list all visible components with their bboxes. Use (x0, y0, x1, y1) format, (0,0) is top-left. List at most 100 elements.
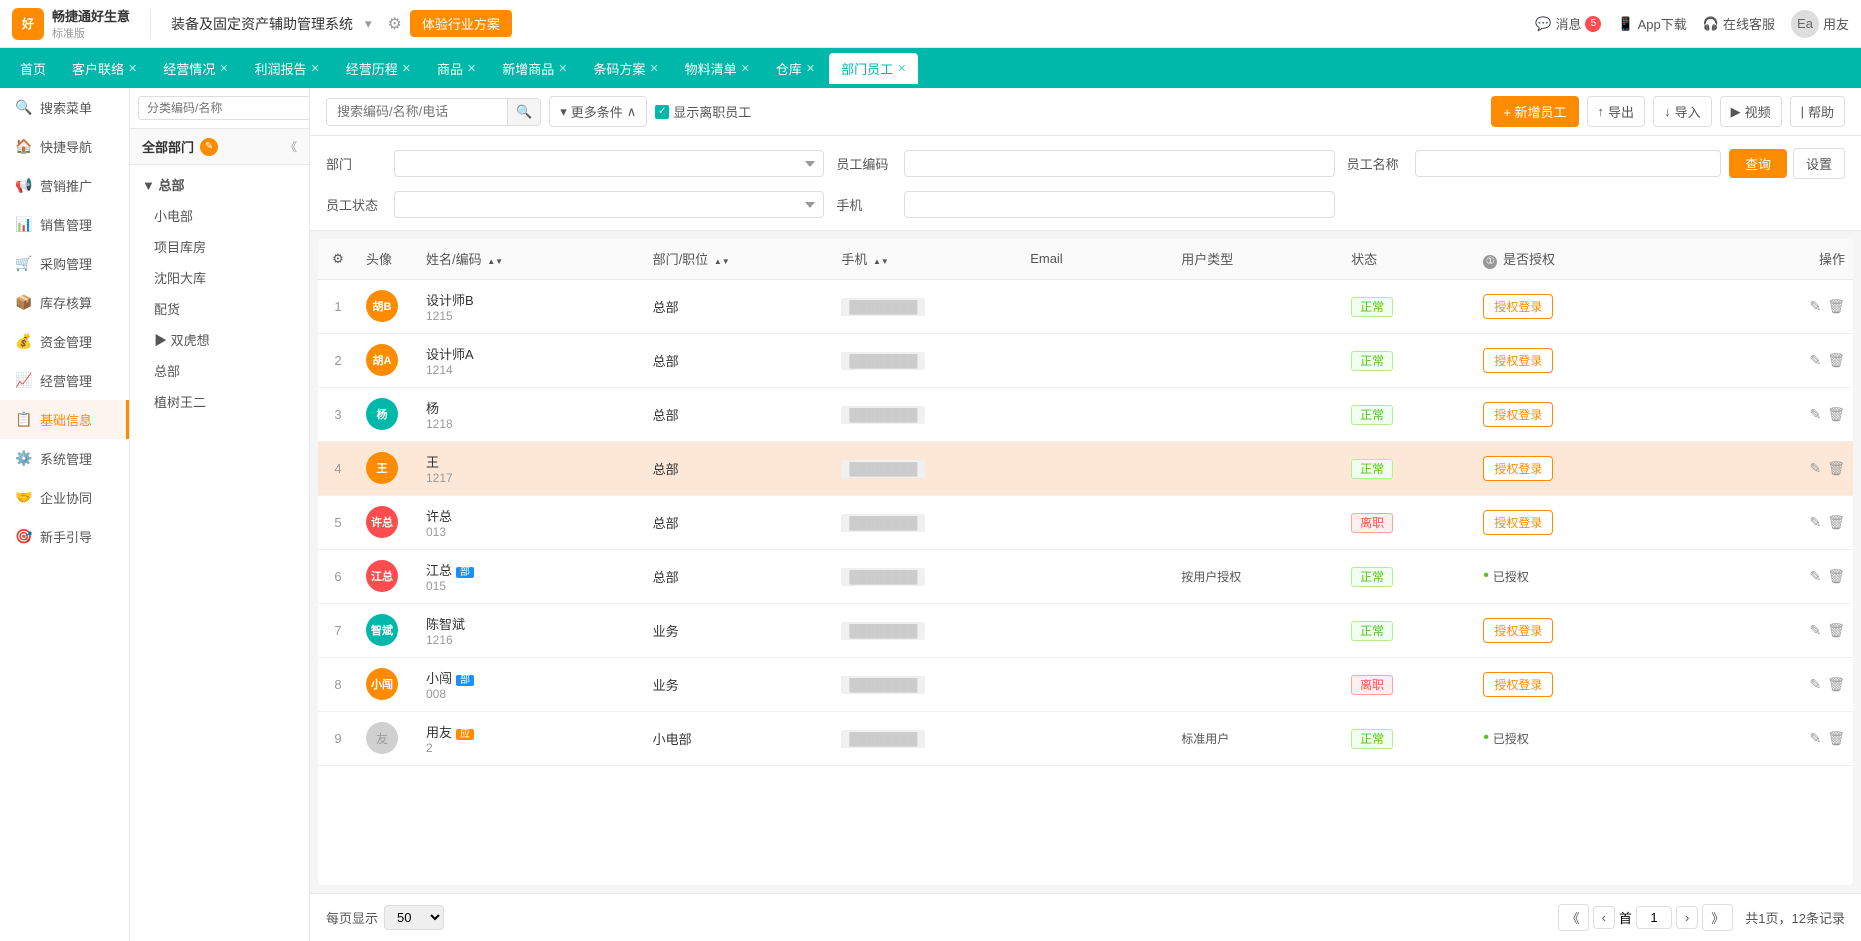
dept-node-xbd[interactable]: 小电部 (130, 200, 309, 231)
dept-node-total[interactable]: ▼ 总部 (130, 169, 309, 200)
phone-sort-icon[interactable]: ▲▼ (873, 258, 889, 266)
sidebar-item-guide[interactable]: 🎯 新手引导 (0, 517, 129, 556)
tab-customer-close[interactable]: ✕ (128, 62, 137, 75)
dept-collapse-btn[interactable]: 《 (285, 138, 297, 155)
tab-history[interactable]: 经营历程✕ (334, 53, 423, 84)
view-btn[interactable]: ▶ 视频 (1720, 96, 1782, 127)
app-download-btn[interactable]: 📱 App下载 (1617, 14, 1686, 33)
dept-sort-icon[interactable]: ▲▼ (714, 258, 730, 266)
tab-dept-staff-close[interactable]: ✕ (897, 62, 906, 75)
delete-icon[interactable]: 🗑 (1827, 622, 1845, 639)
col-settings[interactable]: ⚙ (318, 239, 358, 279)
sidebar-item-business[interactable]: 📈 经营管理 (0, 361, 129, 400)
edit-icon[interactable]: ✎ (1809, 514, 1821, 531)
prev-page-btn[interactable]: ‹ (1593, 906, 1615, 929)
sidebar-item-inventory[interactable]: 📦 库存核算 (0, 283, 129, 322)
tab-goods[interactable]: 商品✕ (425, 53, 488, 84)
auth-login-btn[interactable]: 授权登录 (1483, 618, 1553, 643)
tab-customer[interactable]: 客户联络✕ (60, 53, 149, 84)
delete-icon[interactable]: 🗑 (1827, 514, 1845, 531)
tab-home[interactable]: 首页 (8, 53, 58, 84)
sidebar-item-search[interactable]: 🔍 搜索菜单 (0, 88, 129, 127)
col-name[interactable]: 姓名/编码 ▲▼ (418, 239, 645, 279)
tab-warehouse-close[interactable]: ✕ (806, 62, 815, 75)
message-btn[interactable]: 💬 消息 5 (1535, 14, 1601, 33)
edit-icon[interactable]: ✎ (1809, 622, 1821, 639)
tab-bom-close[interactable]: ✕ (741, 62, 750, 75)
sidebar-item-marketing[interactable]: 📢 营销推广 (0, 166, 129, 205)
col-phone[interactable]: 手机 ▲▼ (833, 239, 1022, 279)
auth-login-btn[interactable]: 授权登录 (1483, 402, 1553, 427)
sidebar-item-nav[interactable]: 🏠 快捷导航 (0, 127, 129, 166)
auth-login-btn[interactable]: 授权登录 (1483, 294, 1553, 319)
page-input[interactable] (1636, 906, 1672, 929)
dept-node-peihuo[interactable]: 配货 (130, 293, 309, 324)
filter-phone-input[interactable] (904, 191, 1334, 218)
user-btn[interactable]: Ea 用友 (1791, 10, 1849, 38)
tab-operation-close[interactable]: ✕ (219, 62, 228, 75)
edit-icon[interactable]: ✎ (1809, 298, 1821, 315)
tab-barcode[interactable]: 条码方案✕ (581, 53, 670, 84)
sidebar-item-collab[interactable]: 🤝 企业协同 (0, 478, 129, 517)
dept-node-shuanghu[interactable]: ▶ 双虎想 (130, 324, 309, 355)
auth-login-btn[interactable]: 授权登录 (1483, 510, 1553, 535)
delete-icon[interactable]: 🗑 (1827, 460, 1845, 477)
help-btn[interactable]: | 帮助 (1790, 96, 1845, 127)
filter-status-select[interactable] (394, 191, 824, 218)
sidebar-item-finance[interactable]: 💰 资金管理 (0, 322, 129, 361)
filter-empcode-input[interactable] (904, 150, 1334, 177)
auth-login-btn[interactable]: 授权登录 (1483, 456, 1553, 481)
last-page-btn[interactable]: 》 (1702, 904, 1733, 931)
search-query-btn[interactable]: 查询 (1729, 149, 1787, 178)
tab-profit[interactable]: 利润报告✕ (242, 53, 331, 84)
delete-icon[interactable]: 🗑 (1827, 298, 1845, 315)
import-btn[interactable]: ↓ 导入 (1653, 96, 1712, 127)
show-left-checkbox[interactable]: ✓ (655, 105, 669, 119)
tab-warehouse[interactable]: 仓库✕ (764, 53, 827, 84)
col-dept[interactable]: 部门/职位 ▲▼ (645, 239, 834, 279)
tab-bom[interactable]: 物料清单✕ (673, 53, 762, 84)
dept-node-zongbu[interactable]: 总部 (130, 355, 309, 386)
name-sort-icon[interactable]: ▲▼ (487, 258, 503, 266)
first-page-btn[interactable]: 《 (1558, 904, 1589, 931)
reset-btn[interactable]: 设置 (1793, 148, 1845, 179)
delete-icon[interactable]: 🗑 (1827, 730, 1845, 747)
delete-icon[interactable]: 🗑 (1827, 406, 1845, 423)
edit-icon[interactable]: ✎ (1809, 352, 1821, 369)
show-left-staff-toggle[interactable]: ✓ 显示离职员工 (655, 102, 751, 121)
sidebar-item-basic[interactable]: 📋 基础信息 (0, 400, 129, 439)
tab-new-goods-close[interactable]: ✕ (558, 62, 567, 75)
try-btn[interactable]: 体验行业方案 (410, 10, 512, 37)
tab-barcode-close[interactable]: ✕ (649, 62, 658, 75)
add-employee-btn[interactable]: + 新增员工 (1491, 96, 1578, 127)
delete-icon[interactable]: 🗑 (1827, 568, 1845, 585)
more-filter-btn[interactable]: ▾ 更多条件 ∧ (549, 96, 647, 127)
tab-dept-staff[interactable]: 部门员工✕ (829, 53, 918, 84)
sidebar-item-purchase[interactable]: 🛒 采购管理 (0, 244, 129, 283)
system-dropdown-icon[interactable]: ▾ (365, 16, 372, 32)
dept-node-sy[interactable]: 沈阳大库 (130, 262, 309, 293)
search-btn[interactable]: 🔍 (507, 99, 540, 125)
tab-operation[interactable]: 经营情况✕ (151, 53, 240, 84)
sidebar-item-system[interactable]: ⚙️ 系统管理 (0, 439, 129, 478)
dept-edit-icon[interactable]: ✎ (200, 138, 218, 156)
tab-history-close[interactable]: ✕ (402, 62, 411, 75)
dept-node-zhishu[interactable]: 植树王二 (130, 386, 309, 417)
edit-icon[interactable]: ✎ (1809, 676, 1821, 693)
sidebar-item-sales[interactable]: 📊 销售管理 (0, 205, 129, 244)
settings-icon[interactable]: ⚙ (388, 14, 402, 34)
export-btn[interactable]: ↑ 导出 (1587, 96, 1646, 127)
online-service-btn[interactable]: 🎧 在线客服 (1703, 14, 1775, 33)
delete-icon[interactable]: 🗑 (1827, 676, 1845, 693)
filter-empname-input[interactable] (1415, 150, 1721, 177)
tab-goods-close[interactable]: ✕ (467, 62, 476, 75)
edit-icon[interactable]: ✎ (1809, 460, 1821, 477)
auth-login-btn[interactable]: 授权登录 (1483, 672, 1553, 697)
dept-search-input[interactable] (138, 96, 310, 120)
tab-profit-close[interactable]: ✕ (311, 62, 320, 75)
auth-login-btn[interactable]: 授权登录 (1483, 348, 1553, 373)
next-page-btn[interactable]: › (1676, 906, 1698, 929)
search-input[interactable] (327, 99, 507, 124)
delete-icon[interactable]: 🗑 (1827, 352, 1845, 369)
dept-node-project[interactable]: 项目库房 (130, 231, 309, 262)
